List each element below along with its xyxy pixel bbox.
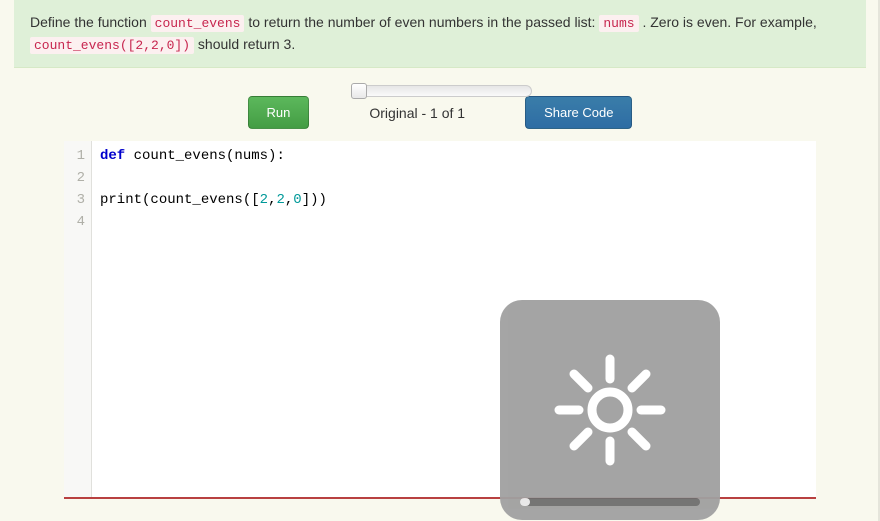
history-slider[interactable] — [352, 85, 532, 97]
slider-wrap — [352, 85, 532, 97]
slider-thumb[interactable] — [351, 83, 367, 99]
instr-code-1: count_evens — [151, 15, 245, 32]
code-line-2 — [100, 167, 808, 189]
line-gutter: 1 2 3 4 — [64, 141, 92, 497]
line-number: 4 — [64, 211, 91, 233]
revision-counter: Original - 1 of 1 — [369, 105, 465, 121]
brightness-overlay — [500, 300, 720, 520]
code-line-1: def count_evens(nums): — [100, 145, 808, 167]
app-container: Define the function count_evens to retur… — [0, 0, 880, 521]
instr-text-1: Define the function — [30, 14, 151, 30]
instr-text-2: to return the number of even numbers in … — [244, 14, 599, 30]
instr-code-3: count_evens([2,2,0]) — [30, 37, 194, 54]
code-line-3: print(count_evens([2,2,0])) — [100, 189, 808, 211]
line-number: 2 — [64, 167, 91, 189]
run-button[interactable]: Run — [248, 96, 310, 129]
controls-row: Run Original - 1 of 1 Share Code — [0, 68, 880, 141]
code-line-4 — [100, 211, 808, 233]
instr-code-2: nums — [599, 15, 638, 32]
instr-text-4: should return 3. — [194, 36, 295, 52]
instructions-box: Define the function count_evens to retur… — [14, 0, 866, 68]
line-number: 1 — [64, 145, 91, 167]
brightness-icon — [545, 345, 675, 475]
line-number: 3 — [64, 189, 91, 211]
instr-text-3: . Zero is even. For example, — [639, 14, 817, 30]
brightness-bar — [520, 498, 700, 506]
brightness-bar-fill — [520, 498, 530, 506]
share-code-button[interactable]: Share Code — [525, 96, 632, 129]
